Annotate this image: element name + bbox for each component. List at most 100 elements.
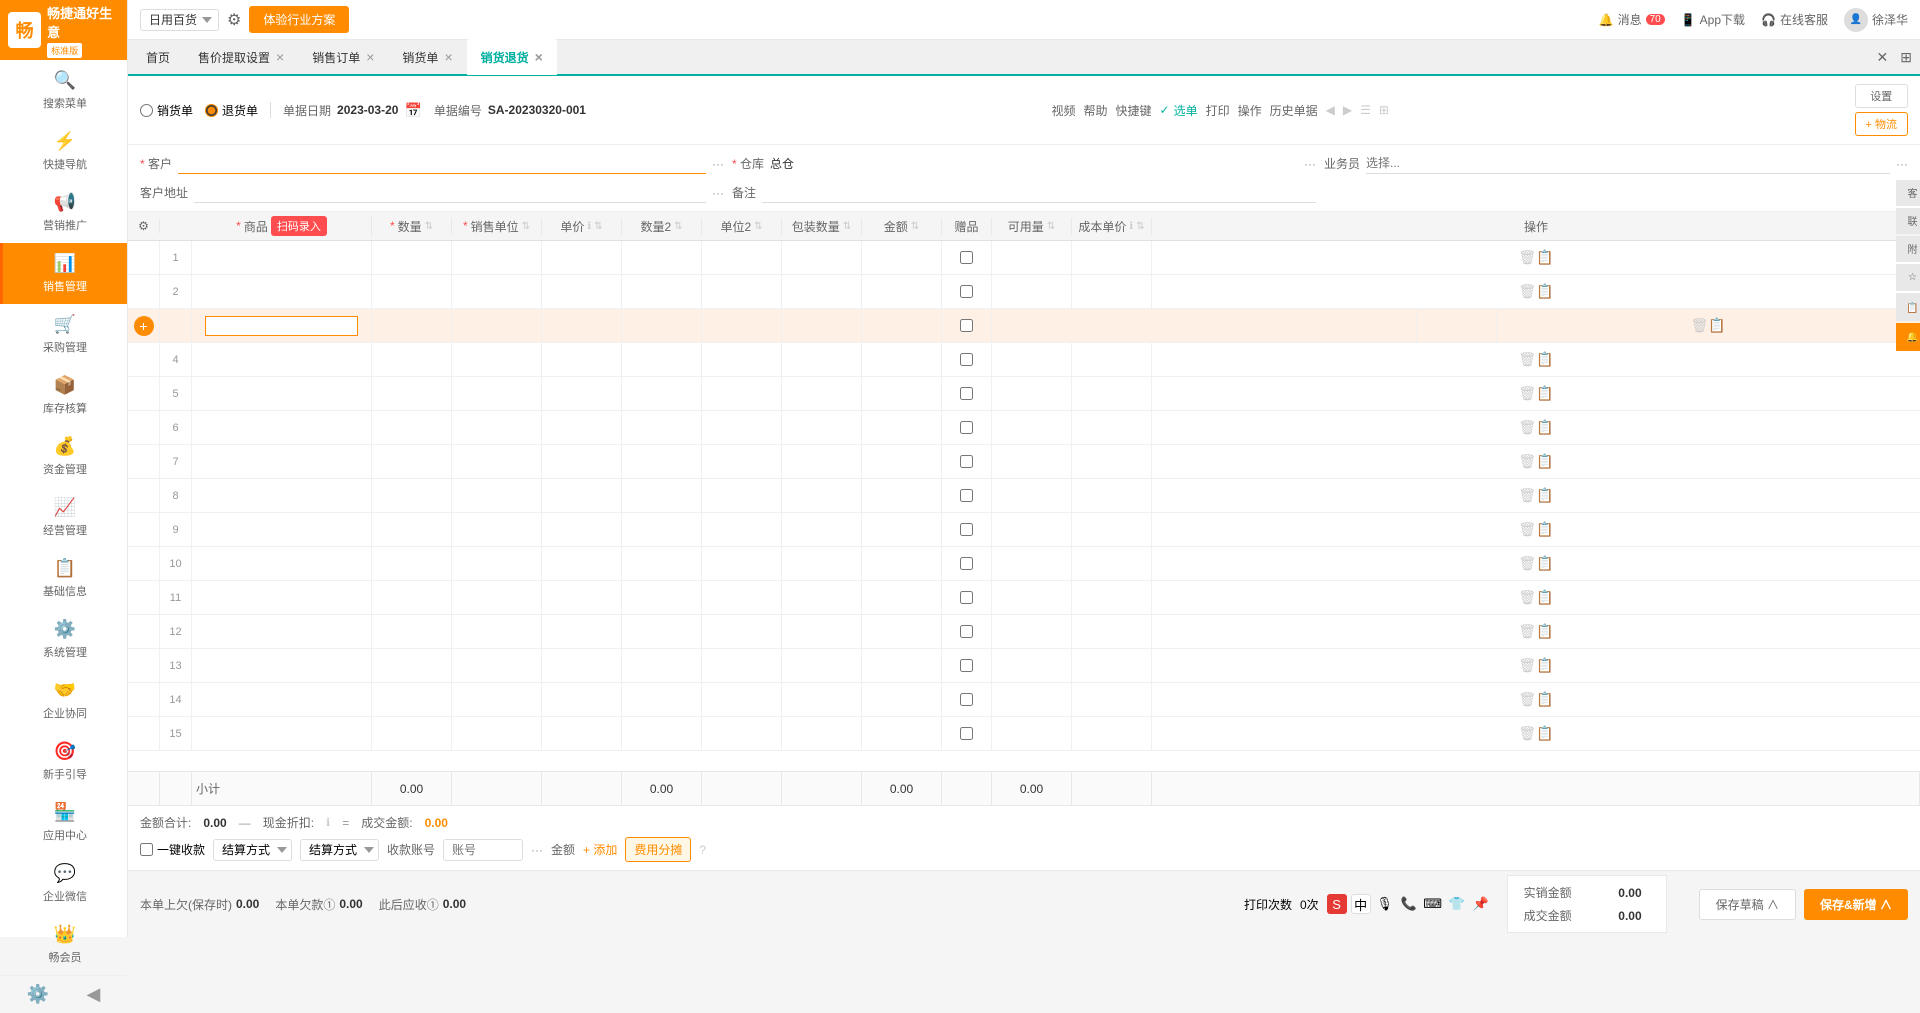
- delete-row-9-icon[interactable]: 🗑: [1518, 521, 1536, 538]
- nav-next-icon[interactable]: ▶: [1343, 103, 1352, 117]
- qty-sort-icon[interactable]: ⇅: [425, 221, 433, 232]
- account-input[interactable]: [443, 839, 523, 861]
- gift-checkbox-11[interactable]: [960, 591, 973, 604]
- td-pack-qty-1[interactable]: [782, 241, 862, 274]
- copy-row-12-icon[interactable]: 📋: [1536, 623, 1553, 640]
- tab-sales-return[interactable]: 销货退货 ×: [467, 39, 557, 75]
- sidebar-item-finance[interactable]: 💰 资金管理: [0, 426, 127, 487]
- shortcut-btn[interactable]: 快捷键: [1116, 102, 1152, 119]
- price-info-icon[interactable]: ℹ: [587, 221, 591, 232]
- add-payment-btn[interactable]: + 添加: [583, 841, 617, 858]
- td-qty2-1[interactable]: [622, 241, 702, 274]
- td-product-1[interactable]: [192, 241, 372, 274]
- delete-row-12-icon[interactable]: 🗑: [1518, 623, 1536, 640]
- scan-btn[interactable]: 扫码录入: [271, 216, 327, 236]
- quick-attachment-btn[interactable]: 附: [1896, 236, 1920, 262]
- copy-row-4-icon[interactable]: 📋: [1536, 351, 1553, 368]
- sidebar-item-member[interactable]: 👑 畅会员: [0, 914, 127, 975]
- help-cash-icon[interactable]: ℹ: [326, 816, 330, 829]
- sidebar-item-basic[interactable]: 📋 基础信息: [0, 548, 127, 609]
- customer-dots-icon[interactable]: ···: [712, 157, 724, 171]
- delete-row-5-icon[interactable]: 🗑: [1518, 385, 1536, 402]
- quick-link-btn[interactable]: 联: [1896, 208, 1920, 234]
- gift-checkbox-7[interactable]: [960, 455, 973, 468]
- one-click-collect-label[interactable]: 一键收款: [140, 841, 205, 858]
- save-new-button[interactable]: 保存&新增 ∧: [1804, 889, 1908, 920]
- close-price-settings-icon[interactable]: ×: [276, 49, 284, 65]
- delete-row-11-icon[interactable]: 🗑: [1518, 589, 1536, 606]
- history-btn[interactable]: 历史单据: [1270, 102, 1318, 119]
- save-draft-button[interactable]: 保存草稿 ∧: [1699, 889, 1796, 920]
- radio-sales[interactable]: 销货单: [140, 102, 193, 119]
- app-download-btn[interactable]: 📱 App下载: [1681, 11, 1745, 28]
- copy-row-14-icon[interactable]: 📋: [1536, 691, 1553, 708]
- online-service-btn[interactable]: 🎧 在线客服: [1761, 11, 1828, 28]
- sidebar-item-search[interactable]: 🔍 搜索菜单: [0, 60, 127, 121]
- tab-home[interactable]: 首页: [132, 39, 184, 75]
- category-select[interactable]: 日用百货: [140, 9, 219, 31]
- address-input[interactable]: [194, 182, 706, 203]
- customer-input[interactable]: [178, 153, 706, 174]
- settings-icon[interactable]: ⚙: [227, 10, 241, 30]
- close-sales-return-icon[interactable]: ×: [535, 49, 543, 65]
- operate-btn[interactable]: 操作: [1238, 102, 1262, 119]
- td-unit2-1[interactable]: [702, 241, 782, 274]
- copy-row-9-icon[interactable]: 📋: [1536, 521, 1553, 538]
- sidebar-item-operations[interactable]: 📈 经营管理: [0, 487, 127, 548]
- sidebar-item-enterprise[interactable]: 🤝 企业协同: [0, 670, 127, 731]
- td-available-1[interactable]: [992, 241, 1072, 274]
- gift-checkbox-8[interactable]: [960, 489, 973, 502]
- fee-help-icon[interactable]: ?: [699, 843, 706, 857]
- help-btn[interactable]: 帮助: [1084, 102, 1108, 119]
- quick-customer-btn[interactable]: 客: [1896, 180, 1920, 206]
- sidebar-item-inventory[interactable]: 📦 库存核算: [0, 365, 127, 426]
- copy-row-6-icon[interactable]: 📋: [1536, 419, 1553, 436]
- notification-btn[interactable]: 🔔 消息 70: [1599, 11, 1665, 28]
- gift-checkbox-13[interactable]: [960, 659, 973, 672]
- delete-row-14-icon[interactable]: 🗑: [1518, 691, 1536, 708]
- mic-icon[interactable]: 🎙: [1375, 894, 1395, 914]
- delete-row-1-icon[interactable]: 🗑: [1518, 249, 1536, 266]
- quick-notify-btn[interactable]: 🔔: [1896, 323, 1920, 351]
- copy-row-11-icon[interactable]: 📋: [1536, 589, 1553, 606]
- cost-info-icon[interactable]: ℹ: [1129, 221, 1133, 232]
- delete-row-2-icon[interactable]: 🗑: [1518, 283, 1536, 300]
- gift-checkbox-12[interactable]: [960, 625, 973, 638]
- close-all-tabs-icon[interactable]: ✕: [1873, 47, 1893, 68]
- account-dots-icon[interactable]: ···: [531, 843, 543, 857]
- copy-row-15-icon[interactable]: 📋: [1536, 725, 1553, 742]
- print-btn[interactable]: 打印: [1206, 102, 1230, 119]
- gift-checkbox-1[interactable]: [960, 251, 973, 264]
- gift-checkbox-9[interactable]: [960, 523, 973, 536]
- sales-radio[interactable]: [140, 104, 153, 117]
- quick-star-btn[interactable]: ☆: [1896, 264, 1920, 291]
- price-sort-icon[interactable]: ⇅: [594, 221, 602, 232]
- grid-view-icon[interactable]: ⊞: [1379, 103, 1389, 117]
- product-input-3[interactable]: [205, 316, 359, 336]
- copy-row-13-icon[interactable]: 📋: [1536, 657, 1553, 674]
- salesperson-input[interactable]: [1366, 153, 1890, 174]
- copy-row-2-icon[interactable]: 📋: [1536, 283, 1553, 300]
- gift-checkbox-15[interactable]: [960, 727, 973, 740]
- sidebar-item-sales[interactable]: 📊 销售管理: [0, 243, 127, 304]
- delete-row-4-icon[interactable]: 🗑: [1518, 351, 1536, 368]
- sidebar-item-guide[interactable]: 🎯 新手引导: [0, 731, 127, 792]
- remark-input[interactable]: [762, 182, 1316, 203]
- user-profile-btn[interactable]: 👤 徐泽华: [1844, 8, 1908, 32]
- delete-row-7-icon[interactable]: 🗑: [1518, 453, 1536, 470]
- sidebar-item-marketing[interactable]: 📢 营销推广: [0, 182, 127, 243]
- unit2-sort-icon[interactable]: ⇅: [754, 221, 762, 232]
- delete-row-6-icon[interactable]: 🗑: [1518, 419, 1536, 436]
- settings-bottom-icon[interactable]: ⚙️: [27, 984, 49, 1005]
- td-cost-price-1[interactable]: [1072, 241, 1152, 274]
- gift-checkbox-14[interactable]: [960, 693, 973, 706]
- shirt-icon[interactable]: 👕: [1447, 894, 1467, 914]
- copy-row-5-icon[interactable]: 📋: [1536, 385, 1553, 402]
- copy-row-7-icon[interactable]: 📋: [1536, 453, 1553, 470]
- close-sales-bill-icon[interactable]: ×: [444, 49, 452, 65]
- phone-icon[interactable]: 📞: [1399, 894, 1419, 914]
- calendar-icon[interactable]: 📅: [404, 102, 421, 119]
- gift-checkbox-3[interactable]: [960, 319, 973, 332]
- gift-checkbox-4[interactable]: [960, 353, 973, 366]
- expand-tabs-icon[interactable]: ⊞: [1896, 47, 1916, 68]
